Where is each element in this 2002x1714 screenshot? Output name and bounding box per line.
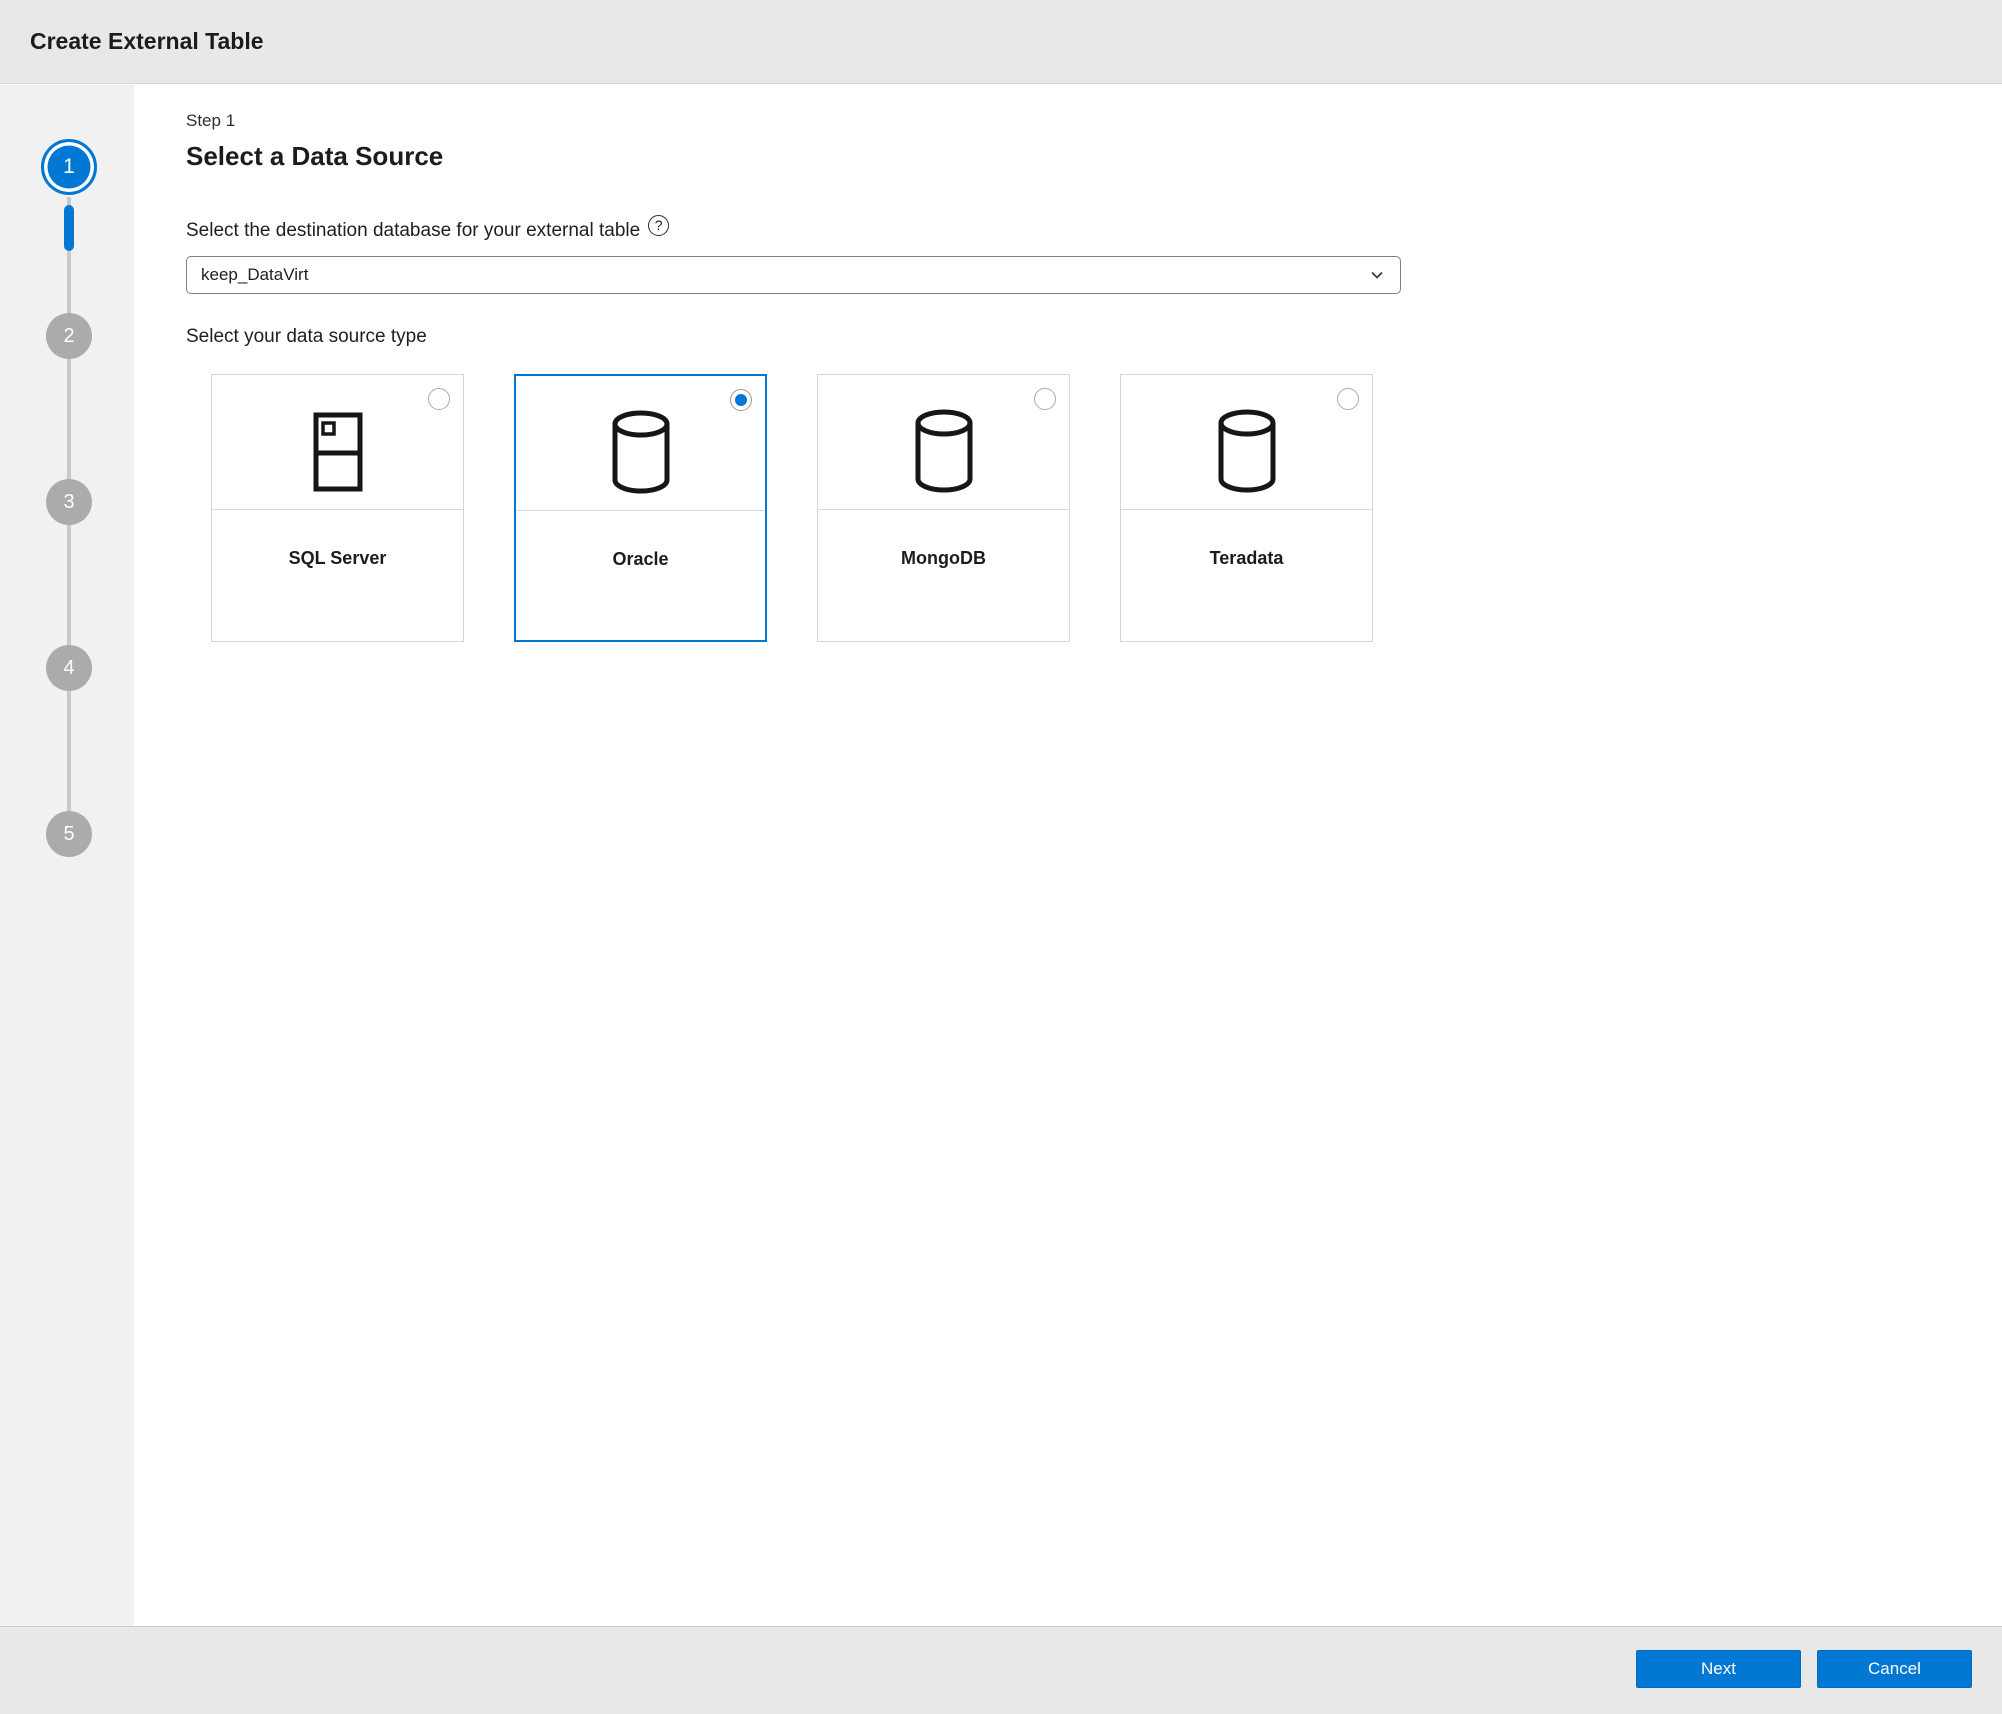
window-header: Create External Table bbox=[0, 0, 2002, 84]
stepper-step-5-number: 5 bbox=[63, 823, 74, 846]
next-button[interactable]: Next bbox=[1636, 1650, 1801, 1688]
stepper-step-2[interactable]: 2 bbox=[46, 313, 92, 359]
data-source-cards: SQL Server Oracle bbox=[211, 374, 2002, 642]
destination-database-select[interactable]: keep_DataVirt bbox=[186, 256, 1401, 294]
sql-server-icon bbox=[212, 407, 463, 497]
wizard-footer: Next Cancel bbox=[0, 1626, 2002, 1714]
stepper-step-1-number: 1 bbox=[63, 155, 75, 179]
help-icon[interactable]: ? bbox=[648, 215, 669, 236]
destination-label-row: Select the destination database for your… bbox=[186, 220, 2002, 242]
stepper-step-1[interactable]: 1 bbox=[41, 139, 97, 195]
stepper-step-3-number: 3 bbox=[63, 491, 74, 514]
card-divider bbox=[1121, 509, 1372, 510]
page-title: Create External Table bbox=[30, 28, 264, 55]
destination-database-value: keep_DataVirt bbox=[201, 265, 308, 285]
stepper-step-4[interactable]: 4 bbox=[46, 645, 92, 691]
card-teradata[interactable]: Teradata bbox=[1120, 374, 1373, 642]
card-sql-server[interactable]: SQL Server bbox=[211, 374, 464, 642]
stepper-step-4-number: 4 bbox=[63, 657, 74, 680]
card-label-oracle: Oracle bbox=[516, 549, 765, 570]
stepper-step-3[interactable]: 3 bbox=[46, 479, 92, 525]
card-divider bbox=[516, 510, 765, 511]
stepper-step-2-number: 2 bbox=[63, 325, 74, 348]
card-divider bbox=[212, 509, 463, 510]
step-indicator: Step 1 bbox=[186, 111, 2002, 131]
card-mongodb[interactable]: MongoDB bbox=[817, 374, 1070, 642]
step-title: Select a Data Source bbox=[186, 141, 2002, 172]
stepper-progress-bar bbox=[64, 205, 74, 251]
database-icon bbox=[1121, 407, 1372, 497]
step-content: Step 1 Select a Data Source Select the d… bbox=[134, 85, 2002, 1626]
radio-dot bbox=[433, 393, 445, 405]
stepper-step-5[interactable]: 5 bbox=[46, 811, 92, 857]
database-icon bbox=[818, 407, 1069, 497]
destination-database-label: Select the destination database for your… bbox=[186, 220, 640, 242]
card-divider bbox=[818, 509, 1069, 510]
wizard-stepper: 1 2 3 4 5 bbox=[0, 85, 134, 1626]
radio-dot bbox=[1342, 393, 1354, 405]
cancel-button[interactable]: Cancel bbox=[1817, 1650, 1972, 1688]
radio-dot bbox=[735, 394, 747, 406]
database-icon bbox=[516, 408, 765, 498]
wizard-body: 1 2 3 4 5 Step 1 Select a Data Source Se… bbox=[0, 85, 2002, 1626]
card-label-teradata: Teradata bbox=[1121, 548, 1372, 569]
radio-dot bbox=[1039, 393, 1051, 405]
card-label-mongodb: MongoDB bbox=[818, 548, 1069, 569]
card-label-sql-server: SQL Server bbox=[212, 548, 463, 569]
card-oracle[interactable]: Oracle bbox=[514, 374, 767, 642]
chevron-down-icon bbox=[1368, 266, 1386, 284]
source-type-label: Select your data source type bbox=[186, 326, 2002, 348]
